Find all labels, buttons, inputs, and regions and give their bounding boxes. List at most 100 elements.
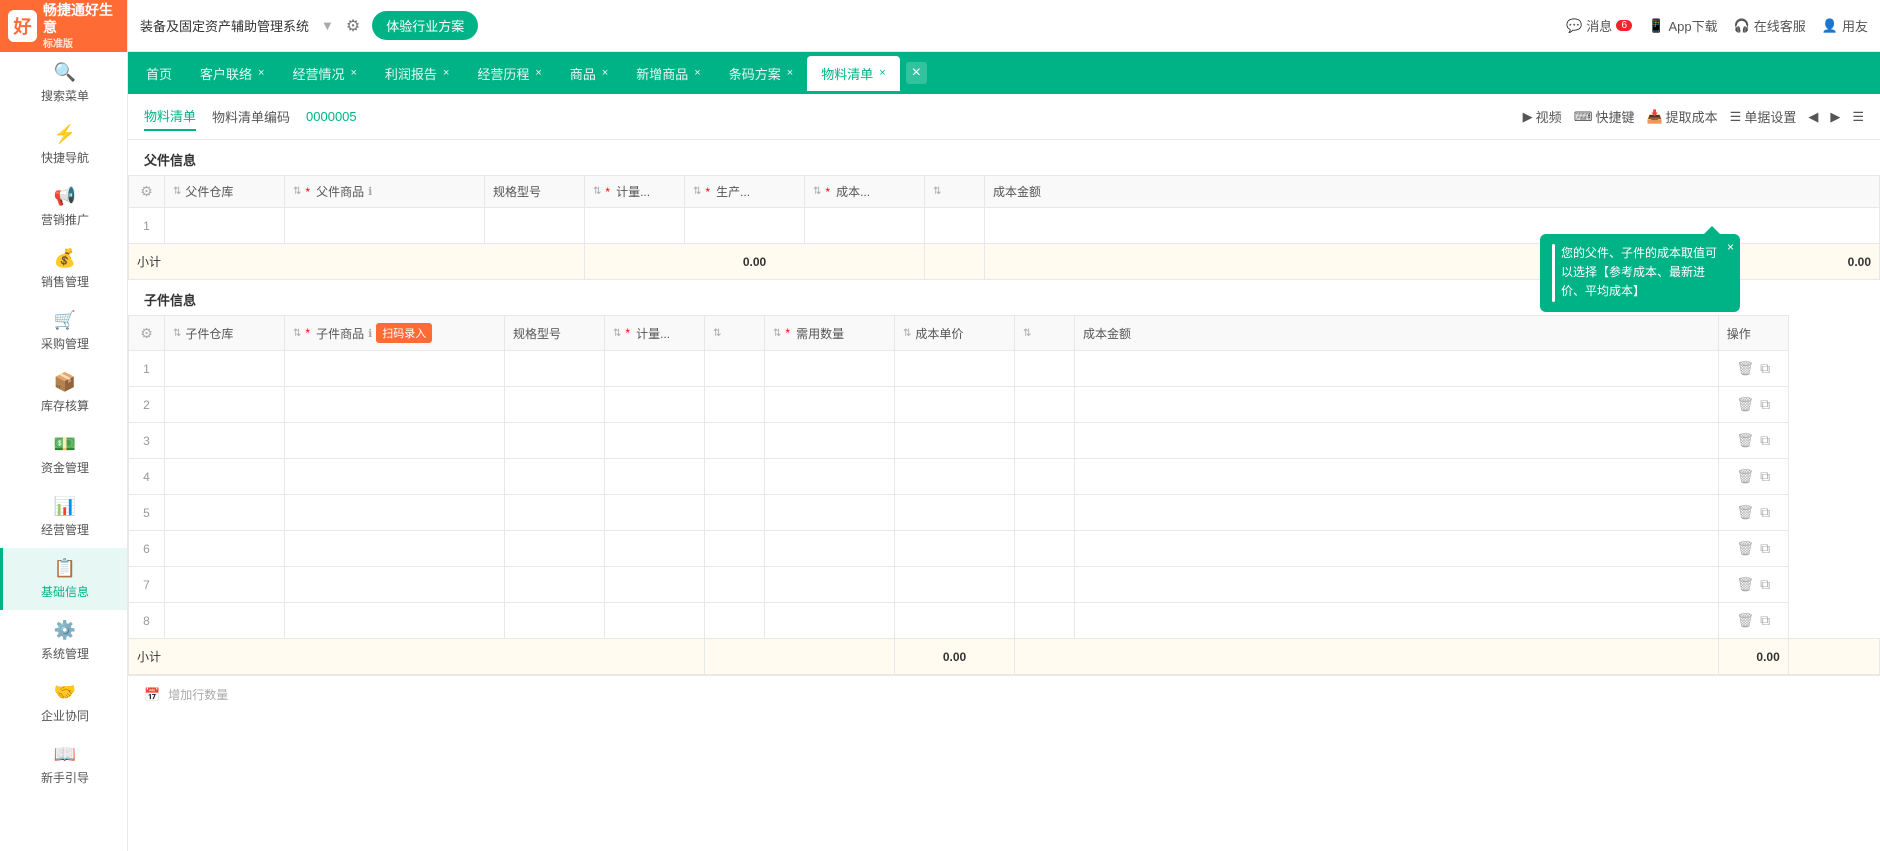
settings-gear-icon[interactable]: ⚙	[346, 16, 360, 36]
nav-next-btn[interactable]: ▶	[1830, 109, 1840, 125]
view-action[interactable]: ▶ 视频	[1523, 107, 1562, 126]
dropdown-arrow[interactable]: ▼	[321, 18, 334, 33]
parent-cost-cell[interactable]	[805, 208, 925, 244]
sidebar-item-sales[interactable]: 💰 销售管理	[0, 238, 127, 300]
parent-measure-cell[interactable]	[585, 208, 685, 244]
parent-warehouse-cell[interactable]	[165, 208, 285, 244]
sidebar-item-operations[interactable]: 📊 经营管理	[0, 486, 127, 548]
copy-icon[interactable]: ⧉	[1760, 468, 1770, 485]
child-col-spec: 规格型号	[505, 316, 605, 351]
tab-bom[interactable]: 物料清单 ×	[807, 56, 899, 91]
sidebar-item-basic-info[interactable]: 📋 基础信息	[0, 548, 127, 610]
child-row-1-unit-cost[interactable]	[895, 351, 1015, 387]
copy-icon[interactable]: ⧉	[1760, 504, 1770, 521]
tab-customer[interactable]: 客户联络 ×	[186, 56, 278, 91]
page-content: 物料清单 物料清单编码 0000005 ▶ 视频 ⌨ 快捷键 📥 提取成本	[128, 94, 1880, 851]
child-row-2-measure[interactable]	[605, 387, 705, 423]
delete-icon[interactable]: 🗑	[1736, 504, 1754, 521]
child-row-2-spec[interactable]	[505, 387, 605, 423]
child-row-1-goods[interactable]	[285, 351, 505, 387]
tab-goods[interactable]: 商品 ×	[556, 56, 622, 91]
copy-icon[interactable]: ⧉	[1760, 612, 1770, 629]
child-row-2-warehouse[interactable]	[165, 387, 285, 423]
tab-profit-report[interactable]: 利润报告 ×	[371, 56, 463, 91]
search-icon: 🔍	[54, 62, 76, 83]
nav-close-all-button[interactable]: ×	[906, 62, 927, 84]
tab-operation-history-close[interactable]: ×	[535, 67, 541, 79]
parent-sort-cell	[925, 208, 985, 244]
child-subtotal-label: 小计	[129, 639, 705, 675]
child-row-1-spec[interactable]	[505, 351, 605, 387]
child-row-1-sort	[705, 351, 765, 387]
child-row-1-measure[interactable]	[605, 351, 705, 387]
delete-icon[interactable]: 🗑	[1736, 576, 1754, 593]
delete-icon[interactable]: 🗑	[1736, 468, 1754, 485]
parent-col-gear[interactable]: ⚙	[129, 176, 165, 208]
child-row-2-unit-cost[interactable]	[895, 387, 1015, 423]
sidebar-item-finance[interactable]: 💵 资金管理	[0, 424, 127, 486]
tab-operation-history[interactable]: 经营历程 ×	[463, 56, 555, 91]
parent-goods-cell[interactable]	[285, 208, 485, 244]
tab-home[interactable]: 首页	[132, 56, 186, 91]
sidebar-item-search[interactable]: 🔍 搜索菜单	[0, 52, 127, 114]
tab-goods-close[interactable]: ×	[602, 67, 608, 79]
nav-prev-btn[interactable]: ◀	[1808, 109, 1818, 125]
copy-icon[interactable]: ⧉	[1760, 540, 1770, 557]
child-col-sort2: ⇅	[1015, 316, 1075, 351]
copy-icon[interactable]: ⧉	[1760, 360, 1770, 377]
child-table-row: 8 🗑⧉	[129, 603, 1880, 639]
sidebar-item-inventory-label: 库存核算	[41, 397, 89, 414]
single-settings-action[interactable]: ☰ 单据设置	[1730, 107, 1797, 126]
tab-barcode[interactable]: 条码方案 ×	[715, 56, 807, 91]
delete-icon[interactable]: 🗑	[1736, 432, 1754, 449]
sidebar-logo: 好 畅捷通好生意 标准版	[0, 0, 127, 52]
bottom-add-row[interactable]: 📅 增加行数量	[128, 675, 1880, 713]
delete-icon[interactable]: 🗑	[1736, 612, 1754, 629]
online-service-item[interactable]: 🎧 在线客服	[1734, 16, 1806, 35]
child-subtotal-amount1: 0.00	[895, 639, 1015, 675]
tab-operation-status-close[interactable]: ×	[350, 67, 356, 79]
tooltip-close-button[interactable]: ×	[1727, 238, 1734, 257]
tab-operation-status[interactable]: 经营情况 ×	[278, 56, 370, 91]
sub-tab-bom[interactable]: 物料清单	[144, 102, 196, 131]
user-item[interactable]: 👤 用友	[1822, 16, 1868, 35]
child-row-2-goods[interactable]	[285, 387, 505, 423]
sidebar-item-inventory[interactable]: 📦 库存核算	[0, 362, 127, 424]
copy-icon[interactable]: ⧉	[1760, 396, 1770, 413]
settings-icon: ☰	[1730, 109, 1742, 125]
child-col-gear[interactable]: ⚙	[129, 316, 165, 351]
trial-button[interactable]: 体验行业方案	[372, 11, 478, 40]
extract-cost-action[interactable]: 📥 提取成本	[1646, 107, 1717, 126]
delete-icon[interactable]: 🗑	[1736, 396, 1754, 413]
tab-new-goods-close[interactable]: ×	[694, 67, 700, 79]
parent-spec-cell[interactable]	[485, 208, 585, 244]
message-item[interactable]: 💬 消息 6	[1566, 16, 1632, 35]
child-row-2-qty[interactable]	[765, 387, 895, 423]
child-row-1-qty[interactable]	[765, 351, 895, 387]
copy-icon[interactable]: ⧉	[1760, 576, 1770, 593]
sub-tab-bom-code[interactable]: 物料清单编码	[212, 103, 290, 130]
parent-production-cell[interactable]	[685, 208, 805, 244]
parent-section-title: 父件信息	[128, 140, 1880, 175]
copy-icon[interactable]: ⧉	[1760, 432, 1770, 449]
tab-new-goods[interactable]: 新增商品 ×	[622, 56, 714, 91]
tab-profit-report-close[interactable]: ×	[443, 67, 449, 79]
child-row-1-warehouse[interactable]	[165, 351, 285, 387]
tab-barcode-close[interactable]: ×	[787, 67, 793, 79]
tab-customer-close[interactable]: ×	[258, 67, 264, 79]
sidebar-item-quick-nav[interactable]: ⚡ 快捷导航	[0, 114, 127, 176]
list-view-btn[interactable]: ☰	[1852, 109, 1864, 125]
sidebar-item-enterprise[interactable]: 🤝 企业协同	[0, 672, 127, 734]
tab-bom-close[interactable]: ×	[879, 67, 885, 79]
sidebar-item-guide[interactable]: 📖 新手引导	[0, 734, 127, 796]
delete-icon[interactable]: 🗑	[1736, 360, 1754, 377]
sidebar-item-system[interactable]: ⚙️ 系统管理	[0, 610, 127, 672]
sidebar-item-marketing[interactable]: 📢 营销推广	[0, 176, 127, 238]
purchase-icon: 🛒	[54, 310, 76, 331]
sidebar-item-purchase[interactable]: 🛒 采购管理	[0, 300, 127, 362]
delete-icon[interactable]: 🗑	[1736, 540, 1754, 557]
app-download-item[interactable]: 📱 App下载	[1648, 16, 1717, 35]
nav-tabs: 首页 客户联络 × 经营情况 × 利润报告 × 经营历程 × 商品 × 新增商品…	[128, 52, 1880, 94]
shortcut-action[interactable]: ⌨ 快捷键	[1574, 107, 1635, 126]
scan-button[interactable]: 扫码录入	[376, 323, 432, 343]
